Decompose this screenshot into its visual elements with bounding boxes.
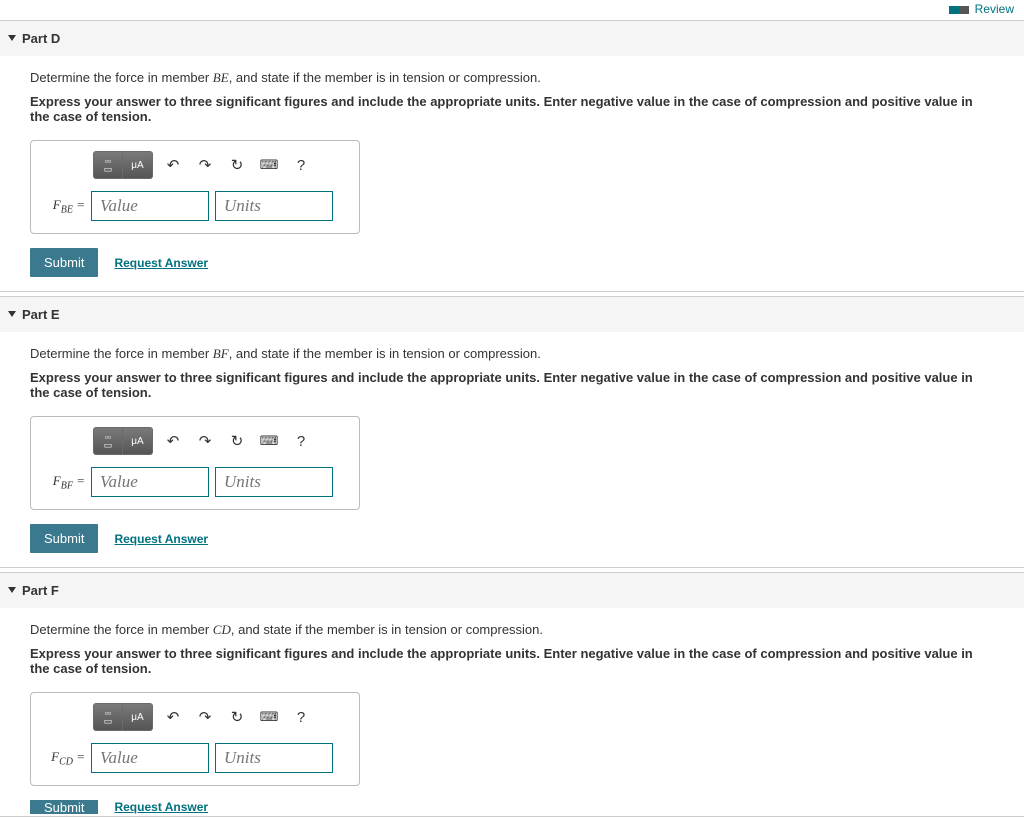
keyboard-icon[interactable]: ⌨ [257, 153, 281, 177]
format-fraction-button[interactable]: ▫▫▭ [93, 427, 123, 455]
redo-icon[interactable]: ↷ [193, 429, 217, 453]
units-input[interactable] [215, 467, 333, 497]
format-units-button[interactable]: μA [123, 151, 153, 179]
instructions: Express your answer to three significant… [30, 646, 994, 676]
description: Determine the force in member CD, and st… [30, 622, 994, 638]
submit-row: Submit Request Answer [30, 524, 994, 553]
request-answer-link[interactable]: Request Answer [114, 256, 208, 270]
part-e-header[interactable]: Part E [0, 297, 1024, 332]
value-input[interactable] [91, 467, 209, 497]
part-f-section: Part F Determine the force in member CD,… [0, 572, 1024, 817]
review-icon-2 [959, 6, 969, 14]
format-fraction-button[interactable]: ▫▫▭ [93, 703, 123, 731]
part-f-body: Determine the force in member CD, and st… [0, 608, 1024, 816]
part-f-header[interactable]: Part F [0, 573, 1024, 608]
units-input[interactable] [215, 191, 333, 221]
help-icon[interactable]: ? [289, 705, 313, 729]
desc-prefix: Determine the force in member [30, 346, 213, 361]
member-var: BE [213, 70, 229, 85]
value-input[interactable] [91, 743, 209, 773]
submit-row: Submit Request Answer [30, 248, 994, 277]
format-group: ▫▫▭ μA [93, 427, 153, 455]
desc-suffix: , and state if the member is in tension … [229, 70, 541, 85]
redo-icon[interactable]: ↷ [193, 705, 217, 729]
submit-button[interactable]: Submit [30, 248, 98, 277]
value-input[interactable] [91, 191, 209, 221]
format-units-button[interactable]: μA [123, 703, 153, 731]
toolbar: ▫▫▭ μA ↶ ↷ ↻ ⌨ ? [93, 151, 349, 179]
answer-box: ▫▫▭ μA ↶ ↷ ↻ ⌨ ? FBE = [30, 140, 360, 234]
format-fraction-button[interactable]: ▫▫▭ [93, 151, 123, 179]
desc-prefix: Determine the force in member [30, 70, 213, 85]
answer-box: ▫▫▭ μA ↶ ↷ ↻ ⌨ ? FBF = [30, 416, 360, 510]
help-icon[interactable]: ? [289, 153, 313, 177]
redo-icon[interactable]: ↷ [193, 153, 217, 177]
part-title: Part E [22, 307, 60, 322]
format-units-button[interactable]: μA [123, 427, 153, 455]
undo-icon[interactable]: ↶ [161, 153, 185, 177]
review-icon [949, 6, 959, 14]
keyboard-icon[interactable]: ⌨ [257, 429, 281, 453]
collapse-caret-icon [8, 311, 16, 317]
undo-icon[interactable]: ↶ [161, 705, 185, 729]
input-row input-row: FCD = [41, 743, 349, 773]
input-row: FBE = [41, 191, 349, 221]
desc-suffix: , and state if the member is in tension … [231, 622, 543, 637]
undo-icon[interactable]: ↶ [161, 429, 185, 453]
part-e-body: Determine the force in member BF, and st… [0, 332, 1024, 567]
answer-box: ▫▫▭ μA ↶ ↷ ↻ ⌨ ? FCD = [30, 692, 360, 786]
reset-icon[interactable]: ↻ [225, 705, 249, 729]
toolbar: ▫▫▭ μA ↶ ↷ ↻ ⌨ ? [93, 427, 349, 455]
variable-label: FBE = [41, 197, 85, 216]
variable-label: FCD = [41, 749, 85, 768]
part-title: Part D [22, 31, 60, 46]
collapse-caret-icon [8, 587, 16, 593]
toolbar: ▫▫▭ μA ↶ ↷ ↻ ⌨ ? [93, 703, 349, 731]
help-icon[interactable]: ? [289, 429, 313, 453]
part-d-header[interactable]: Part D [0, 21, 1024, 56]
part-e-section: Part E Determine the force in member BF,… [0, 296, 1024, 568]
reset-icon[interactable]: ↻ [225, 153, 249, 177]
submit-button[interactable]: Submit [30, 800, 98, 814]
format-group: ▫▫▭ μA [93, 151, 153, 179]
review-link[interactable]: Review [975, 2, 1014, 16]
description: Determine the force in member BF, and st… [30, 346, 994, 362]
member-var: BF [213, 346, 229, 361]
part-d-body: Determine the force in member BE, and st… [0, 56, 1024, 291]
submit-row: Submit Request Answer [30, 800, 994, 814]
submit-button[interactable]: Submit [30, 524, 98, 553]
instructions: Express your answer to three significant… [30, 94, 994, 124]
desc-suffix: , and state if the member is in tension … [229, 346, 541, 361]
part-d-section: Part D Determine the force in member BE,… [0, 20, 1024, 292]
desc-prefix: Determine the force in member [30, 622, 213, 637]
member-var: CD [213, 622, 231, 637]
description: Determine the force in member BE, and st… [30, 70, 994, 86]
variable-label: FBF = [41, 473, 85, 492]
request-answer-link[interactable]: Request Answer [114, 532, 208, 546]
keyboard-icon[interactable]: ⌨ [257, 705, 281, 729]
part-title: Part F [22, 583, 59, 598]
input-row: FBF = [41, 467, 349, 497]
units-input[interactable] [215, 743, 333, 773]
request-answer-link[interactable]: Request Answer [114, 800, 208, 814]
collapse-caret-icon [8, 35, 16, 41]
format-group: ▫▫▭ μA [93, 703, 153, 731]
instructions: Express your answer to three significant… [30, 370, 994, 400]
top-bar: Review [0, 0, 1024, 16]
reset-icon[interactable]: ↻ [225, 429, 249, 453]
